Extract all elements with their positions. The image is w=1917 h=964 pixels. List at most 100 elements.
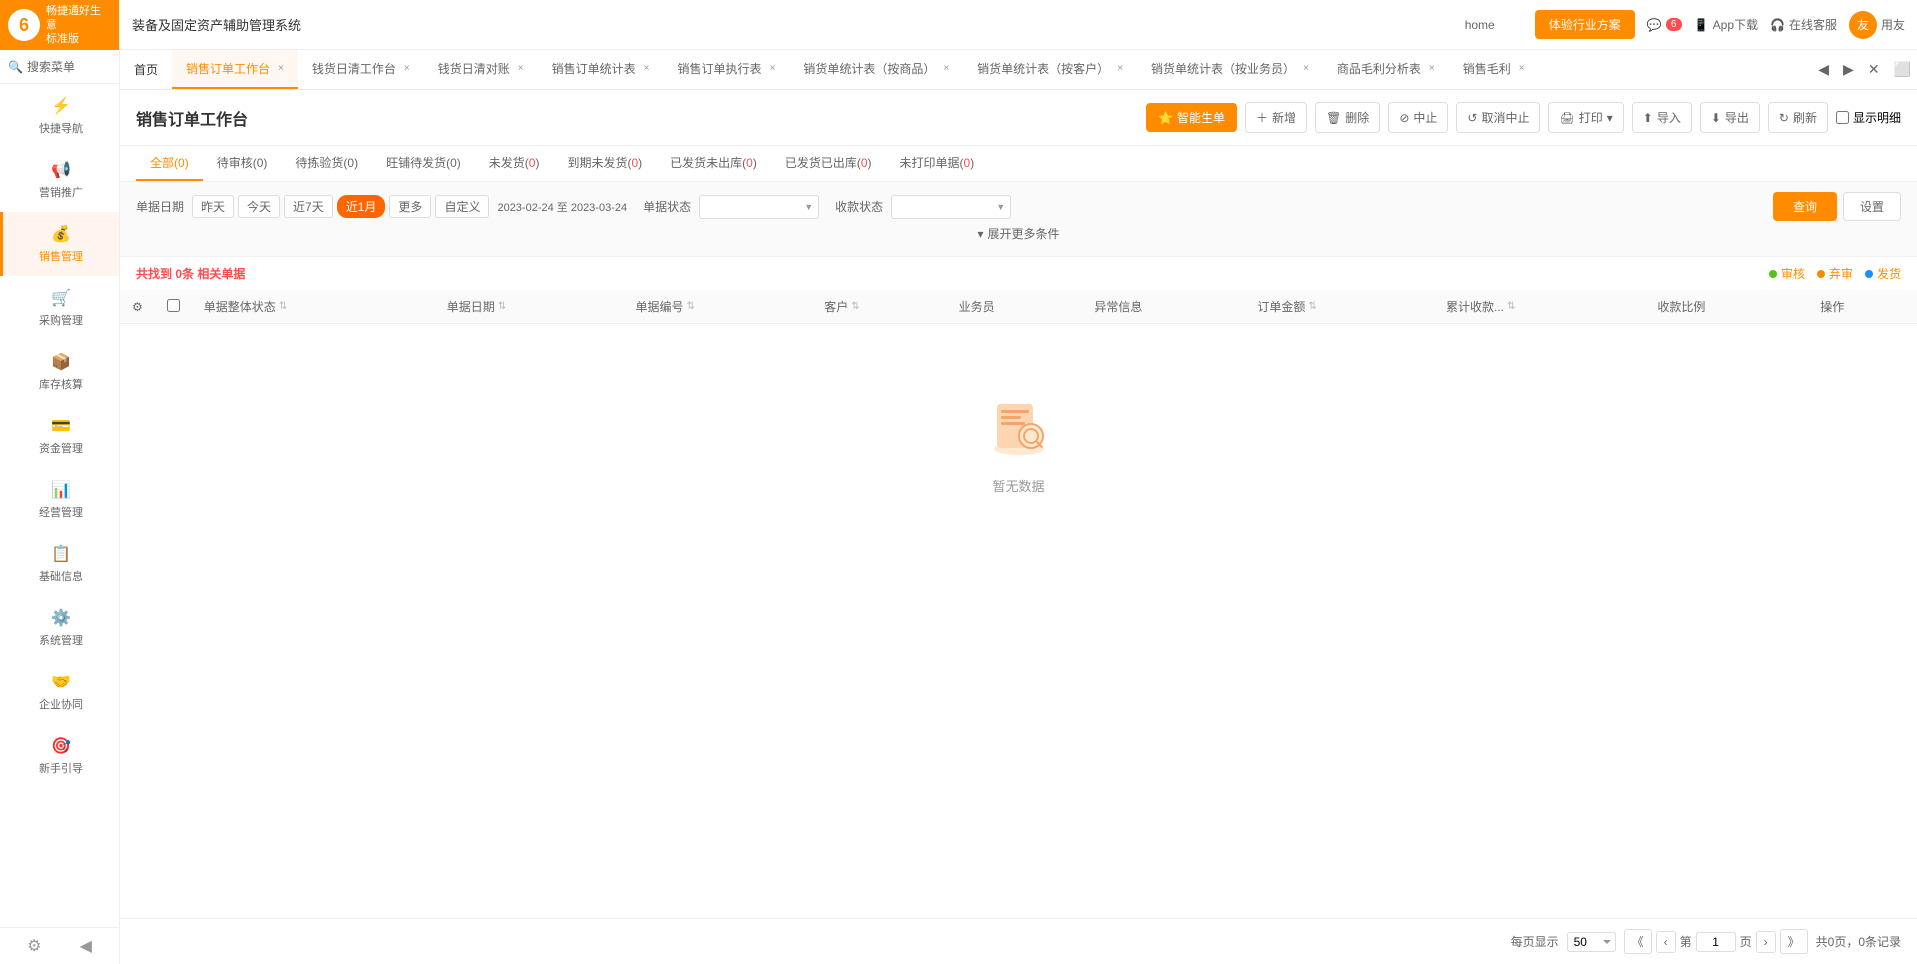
sidebar-item-marketing[interactable]: 📢营销推广 — [0, 148, 119, 212]
tab-prev-btn[interactable]: ◀ — [1812, 61, 1835, 78]
tab-sales-order-exec[interactable]: 销售订单执行表× — [663, 50, 789, 89]
tab-close-all-btn[interactable]: ✕ — [1862, 61, 1886, 78]
sub-tab-expired-not-shipped[interactable]: 到期未发货(0) — [553, 146, 656, 181]
logo-text: 畅捷通好生意 标准版 — [46, 4, 111, 47]
show-detail-label[interactable]: 显示明细 — [1836, 109, 1901, 126]
tab-next-btn[interactable]: ▶ — [1837, 61, 1860, 78]
sub-tab-all[interactable]: 全部(0) — [136, 146, 203, 181]
tab-home[interactable]: 首页 — [120, 51, 172, 88]
tab-sales-order-workbench[interactable]: 销售订单工作台× — [172, 50, 298, 89]
new-btn[interactable]: ＋ 新增 — [1245, 102, 1307, 133]
ship-btn[interactable]: 发货 — [1865, 265, 1901, 282]
page-last-btn[interactable]: 》 — [1780, 929, 1808, 954]
user-menu[interactable]: 友 用友 — [1849, 11, 1905, 39]
tab-sales-stats-staff[interactable]: 销货单统计表（按业务员）× — [1137, 50, 1323, 89]
settings-icon[interactable]: ⚙ — [27, 936, 41, 956]
experience-btn[interactable]: 体验行业方案 — [1535, 10, 1635, 39]
smart-create-btn[interactable]: ⭐ 智能生单 — [1146, 103, 1237, 132]
sidebar-item-basic[interactable]: 📋基础信息 — [0, 532, 119, 596]
date-btn-2[interactable]: 近7天 — [284, 195, 333, 218]
tab-sales-stats-product[interactable]: 销货单统计表（按商品）× — [789, 50, 963, 89]
sort-icon-date[interactable]: ⇅ — [498, 301, 506, 312]
cancel-stop-btn[interactable]: ↺ 取消中止 — [1456, 102, 1540, 133]
system-dropdown[interactable]: home — [1465, 18, 1495, 32]
query-btn[interactable]: 查询 — [1773, 192, 1837, 221]
date-btn-5[interactable]: 自定义 — [435, 195, 489, 218]
tab-close-cash-daily[interactable]: × — [404, 63, 410, 74]
message-btn[interactable]: 💬 6 — [1647, 18, 1682, 32]
stop-btn[interactable]: ⊘ 中止 — [1388, 102, 1448, 133]
tab-close-sales-stats-product[interactable]: × — [943, 63, 949, 74]
print-btn[interactable]: 🖨 打印 ▾ — [1548, 102, 1623, 133]
tab-close-sales-stats-staff[interactable]: × — [1303, 63, 1309, 74]
tab-close-sales-order-workbench[interactable]: × — [278, 63, 284, 74]
set-btn[interactable]: 设置 — [1843, 192, 1901, 221]
tab-close-sales-stats-customer[interactable]: × — [1117, 63, 1123, 74]
sub-tab-pending-audit[interactable]: 待审核(0) — [203, 146, 282, 181]
import-btn[interactable]: ⬆ 导入 — [1632, 102, 1692, 133]
sub-tab-pending-verify[interactable]: 待拣验货(0) — [281, 146, 372, 181]
tab-sales-stats-customer[interactable]: 销货单统计表（按客户）× — [963, 50, 1137, 89]
status-select[interactable] — [699, 195, 819, 219]
sort-icon-number[interactable]: ⇅ — [687, 301, 695, 312]
tab-close-sales-order-exec[interactable]: × — [769, 63, 775, 74]
export-btn[interactable]: ⬇ 导出 — [1700, 102, 1760, 133]
page-first-btn[interactable]: 《 — [1624, 929, 1652, 954]
sidebar-item-inventory[interactable]: 📦库存核算 — [0, 340, 119, 404]
cancel-audit-btn[interactable]: 弃审 — [1817, 265, 1853, 282]
tab-product-margin[interactable]: 商品毛利分析表× — [1323, 50, 1449, 89]
date-btn-1[interactable]: 今天 — [238, 195, 280, 218]
tab-close-cash-reconcile[interactable]: × — [518, 63, 524, 74]
sort-icon-received[interactable]: ⇅ — [1507, 301, 1515, 312]
refresh-btn[interactable]: ↻ 刷新 — [1768, 102, 1828, 133]
sub-tab-shipped-not-out[interactable]: 已发货未出库(0) — [656, 146, 771, 181]
message-icon: 💬 — [1647, 18, 1662, 32]
tab-sales-profit[interactable]: 销售毛利× — [1449, 50, 1539, 89]
tab-close-sales-profit[interactable]: × — [1519, 63, 1525, 74]
sort-icon-amount[interactable]: ⇅ — [1308, 301, 1316, 312]
page-prev-btn[interactable]: ‹ — [1656, 931, 1676, 953]
app-download-btn[interactable]: 📱 App下载 — [1694, 16, 1758, 33]
th-staff: 业务员 — [947, 290, 1083, 324]
tab-sales-order-stats[interactable]: 销售订单统计表× — [538, 50, 664, 89]
sort-icon-customer[interactable]: ⇅ — [851, 301, 859, 312]
per-page-select[interactable]: 50 100 200 — [1567, 932, 1616, 952]
sub-tab-shipped-out[interactable]: 已发货已出库(0) — [771, 146, 886, 181]
scroll-bar[interactable] — [120, 906, 1917, 918]
sidebar-item-enterprise[interactable]: 🤝企业协同 — [0, 660, 119, 724]
audit-btn[interactable]: 审核 — [1769, 265, 1805, 282]
expand-btn[interactable]: ▾ 展开更多条件 — [977, 225, 1059, 242]
online-service-btn[interactable]: 🎧 在线客服 — [1770, 16, 1837, 33]
show-detail-checkbox[interactable] — [1836, 111, 1849, 124]
sidebar-item-system[interactable]: ⚙️系统管理 — [0, 596, 119, 660]
page-title: 销售订单工作台 — [136, 106, 248, 130]
sub-tab-not-shipped[interactable]: 未发货(0) — [475, 146, 554, 181]
sub-tab-not-printed[interactable]: 未打印单据(0) — [886, 146, 989, 181]
tab-close-sales-order-stats[interactable]: × — [644, 63, 650, 74]
page-next-btn[interactable]: › — [1756, 931, 1776, 953]
sidebar-item-operation[interactable]: 📊经营管理 — [0, 468, 119, 532]
sort-icon-state[interactable]: ⇅ — [279, 301, 287, 312]
tab-cash-daily[interactable]: 钱货日清工作台× — [298, 50, 424, 89]
sidebar-item-quick-nav[interactable]: ⚡快捷导航 — [0, 84, 119, 148]
date-btn-0[interactable]: 昨天 — [192, 195, 234, 218]
th-checkbox[interactable] — [155, 290, 192, 324]
page-input[interactable] — [1696, 932, 1736, 952]
payment-select[interactable] — [891, 195, 1011, 219]
delete-btn[interactable]: 🗑 删除 — [1315, 102, 1380, 133]
nav-label-inventory: 库存核算 — [39, 376, 83, 392]
tab-cash-reconcile[interactable]: 钱货日清对账× — [424, 50, 538, 89]
sidebar-item-purchase[interactable]: 🛒采购管理 — [0, 276, 119, 340]
th-settings[interactable]: ⚙ — [120, 290, 155, 324]
sidebar-search[interactable]: 🔍 搜索菜单 — [0, 50, 119, 84]
tab-expand-btn[interactable]: ⬜ — [1888, 61, 1917, 78]
tab-close-product-margin[interactable]: × — [1429, 63, 1435, 74]
sub-tab-wangpu-pending[interactable]: 旺铺待发货(0) — [372, 146, 475, 181]
sidebar-item-finance[interactable]: 💳资金管理 — [0, 404, 119, 468]
date-btn-3[interactable]: 近1月 — [337, 195, 386, 218]
collapse-icon[interactable]: ◀ — [80, 936, 92, 956]
date-btn-4[interactable]: 更多 — [389, 195, 431, 218]
sidebar-item-newbie[interactable]: 🎯新手引导 — [0, 724, 119, 788]
sidebar-item-sales[interactable]: 💰销售管理 — [0, 212, 119, 276]
select-all-checkbox[interactable] — [167, 299, 180, 312]
